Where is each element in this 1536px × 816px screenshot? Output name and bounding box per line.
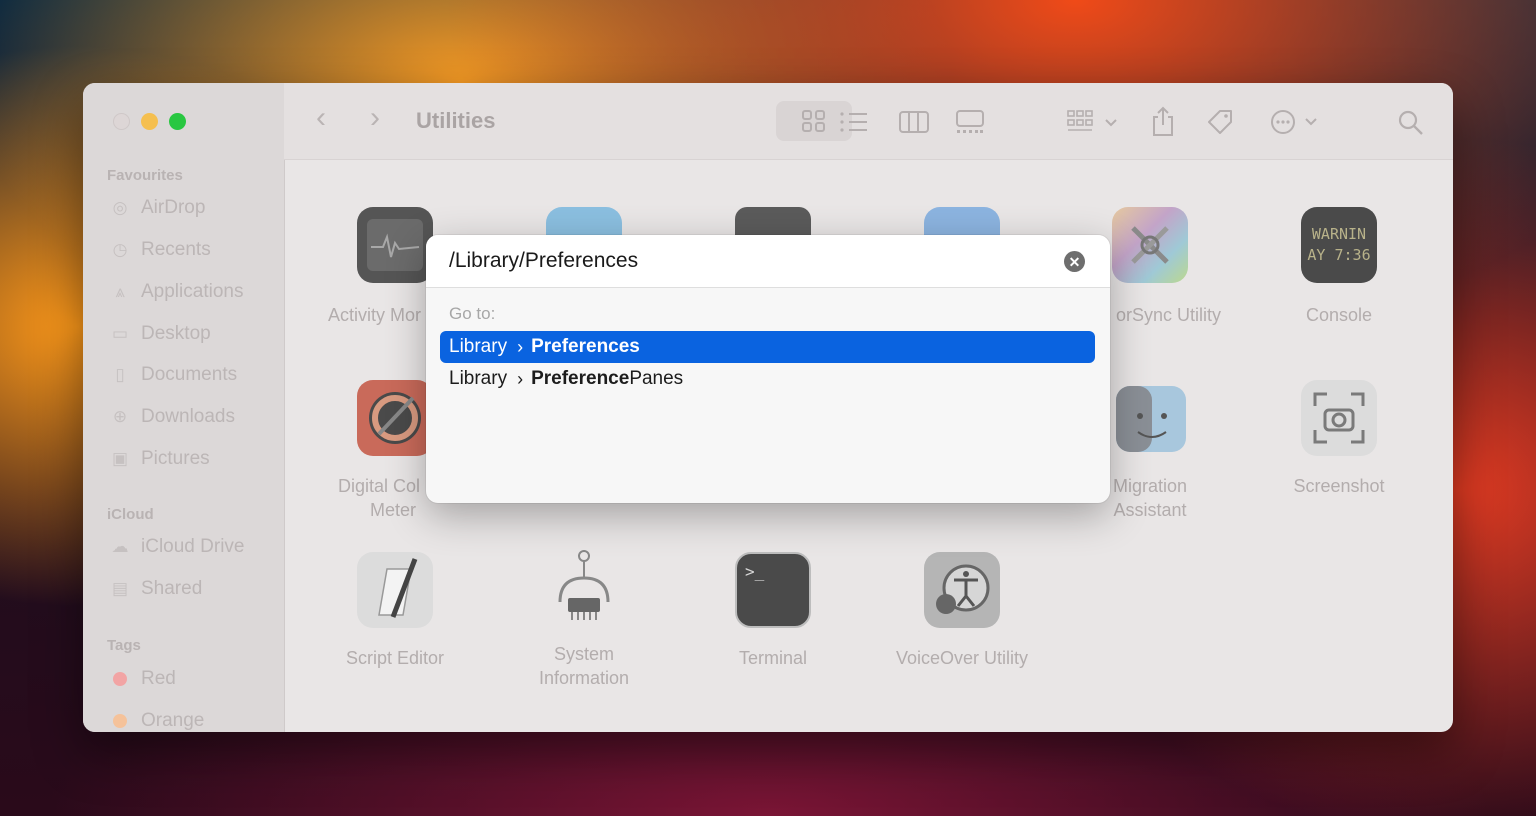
list-view-icon[interactable] <box>839 111 869 133</box>
screenshot-icon <box>1301 380 1377 456</box>
sidebar-item-icloud-drive[interactable]: ☁ iCloud Drive <box>109 536 245 558</box>
app-partially-hidden-2[interactable] <box>688 207 858 237</box>
cloud-icon: ☁ <box>111 537 129 556</box>
app-icon <box>735 207 811 237</box>
migration-assistant-icon <box>1112 380 1188 456</box>
app-icon <box>546 207 622 237</box>
sidebar-item-label: Orange <box>141 710 205 731</box>
app-label-line: Information <box>538 668 630 688</box>
window-title: Utilities <box>416 108 496 133</box>
app-label: Screenshot <box>1293 476 1385 496</box>
sidebar-item-label: Red <box>141 668 176 689</box>
sidebar-item-label: Pictures <box>141 448 210 469</box>
sidebar-item-label: Shared <box>141 578 203 599</box>
sidebar-section-icloud: iCloud <box>107 506 154 523</box>
window-controls <box>113 113 186 130</box>
colorsync-icon <box>1112 207 1188 283</box>
activity-monitor-icon <box>357 207 433 283</box>
app-terminal[interactable]: >_ Terminal <box>688 552 858 670</box>
download-icon: ⊕ <box>112 407 128 426</box>
sidebar-item-shared[interactable]: ▤ Shared <box>109 578 202 600</box>
app-label: Console <box>1305 305 1373 325</box>
path-input[interactable]: /Library/Preferences ✕ <box>426 235 1110 288</box>
suggestion-parent: Library <box>449 368 508 389</box>
sidebar-item-airdrop[interactable]: ◎ AirDrop <box>109 197 206 219</box>
sidebar-item-applications[interactable]: ⩓ Applications <box>109 281 243 303</box>
console-icon-text: WARNIN <box>1311 225 1367 243</box>
share-icon[interactable] <box>1150 105 1176 137</box>
zoom-window-button[interactable] <box>169 113 186 130</box>
sidebar-item-label: Downloads <box>141 406 235 427</box>
app-label: Terminal <box>738 648 808 668</box>
sidebar-item-recents[interactable]: ◷ Recents <box>109 239 211 261</box>
app-partially-hidden-1[interactable] <box>499 207 669 237</box>
app-system-information[interactable]: System Information <box>499 550 669 690</box>
bluetooth-icon <box>924 207 1000 237</box>
airdrop-icon: ◎ <box>112 198 128 217</box>
sidebar-item-label: iCloud Drive <box>141 536 245 557</box>
back-chevron-icon[interactable]: ‹ <box>316 101 326 135</box>
go-to-folder-dialog: /Library/Preferences ✕ Go to: Library › … <box>426 235 1110 503</box>
app-screenshot[interactable]: Screenshot <box>1254 380 1424 498</box>
sidebar-item-label: Documents <box>141 364 238 385</box>
app-label: System Information <box>499 642 669 690</box>
script-editor-icon <box>357 552 433 628</box>
sidebar-item-desktop[interactable]: ▭ Desktop <box>109 323 211 345</box>
sidebar-item-tag-red[interactable]: Red <box>109 668 176 690</box>
sidebar-item-label: Recents <box>141 239 211 260</box>
app-label: Script Editor <box>345 648 445 668</box>
sidebar-item-label: AirDrop <box>141 197 206 218</box>
suggestion-match: Preference <box>531 368 630 389</box>
close-window-button[interactable] <box>113 113 130 130</box>
app-voiceover-utility[interactable]: VoiceOver Utility <box>877 552 1047 670</box>
suggestion-rest: Panes <box>629 368 684 389</box>
sidebar-section-favourites: Favourites <box>107 167 183 184</box>
sidebar-section-tags: Tags <box>107 637 141 654</box>
pictures-icon: ▣ <box>111 449 129 468</box>
sidebar: Favourites ◎ AirDrop ◷ Recents ⩓ Applica… <box>83 83 285 732</box>
goto-label: Go to: <box>449 304 496 323</box>
sidebar-item-label: Applications <box>141 281 244 302</box>
terminal-icon: >_ <box>735 552 811 628</box>
app-label-line: System <box>553 644 614 664</box>
sidebar-item-label: Desktop <box>141 323 211 344</box>
toolbar: ‹ › Utilities <box>284 83 1453 160</box>
app-label: VoiceOver Utility <box>895 648 1029 668</box>
tag-color-dot-icon <box>113 672 127 686</box>
console-icon-text: AY 7:36 <box>1307 246 1371 264</box>
app-partially-hidden-3[interactable] <box>877 207 1047 237</box>
search-icon[interactable] <box>1397 109 1425 137</box>
color-meter-icon <box>357 380 433 456</box>
sidebar-item-downloads[interactable]: ⊕ Downloads <box>109 406 235 428</box>
column-view-icon[interactable] <box>898 110 930 134</box>
applications-icon: ⩓ <box>115 282 125 301</box>
suggestion-parent: Library <box>449 336 508 357</box>
desktop-icon: ▭ <box>111 324 129 343</box>
forward-chevron-icon[interactable]: › <box>370 101 380 135</box>
more-actions-icon[interactable] <box>1270 109 1326 135</box>
gallery-view-icon[interactable] <box>954 109 986 135</box>
sidebar-item-pictures[interactable]: ▣ Pictures <box>109 448 210 470</box>
console-icon: WARNIN AY 7:36 <box>1301 207 1377 283</box>
chevron-right-icon: › <box>517 336 524 357</box>
tag-icon[interactable] <box>1205 107 1235 137</box>
group-by-icon[interactable] <box>1066 109 1122 135</box>
app-script-editor[interactable]: Script Editor <box>310 552 480 670</box>
suggestion-match: Preferences <box>531 336 640 357</box>
suggestion-item[interactable]: Library › Preference Panes <box>440 363 1095 395</box>
document-icon: ▯ <box>115 365 125 384</box>
tag-color-dot-icon <box>113 714 127 728</box>
clock-icon: ◷ <box>112 240 128 259</box>
shared-folder-icon: ▤ <box>111 579 129 598</box>
suggestion-item[interactable]: Library › Preferences <box>440 331 1095 363</box>
sidebar-item-tag-orange[interactable]: Orange <box>109 710 204 732</box>
system-information-icon <box>546 550 622 628</box>
path-input-value[interactable]: /Library/Preferences <box>449 249 638 273</box>
voiceover-icon <box>924 552 1000 628</box>
minimize-window-button[interactable] <box>141 113 158 130</box>
app-console[interactable]: WARNIN AY 7:36 Console <box>1254 207 1424 327</box>
chevron-right-icon: › <box>517 368 524 389</box>
sidebar-item-documents[interactable]: ▯ Documents <box>109 364 237 386</box>
clear-icon[interactable]: ✕ <box>1064 251 1085 272</box>
